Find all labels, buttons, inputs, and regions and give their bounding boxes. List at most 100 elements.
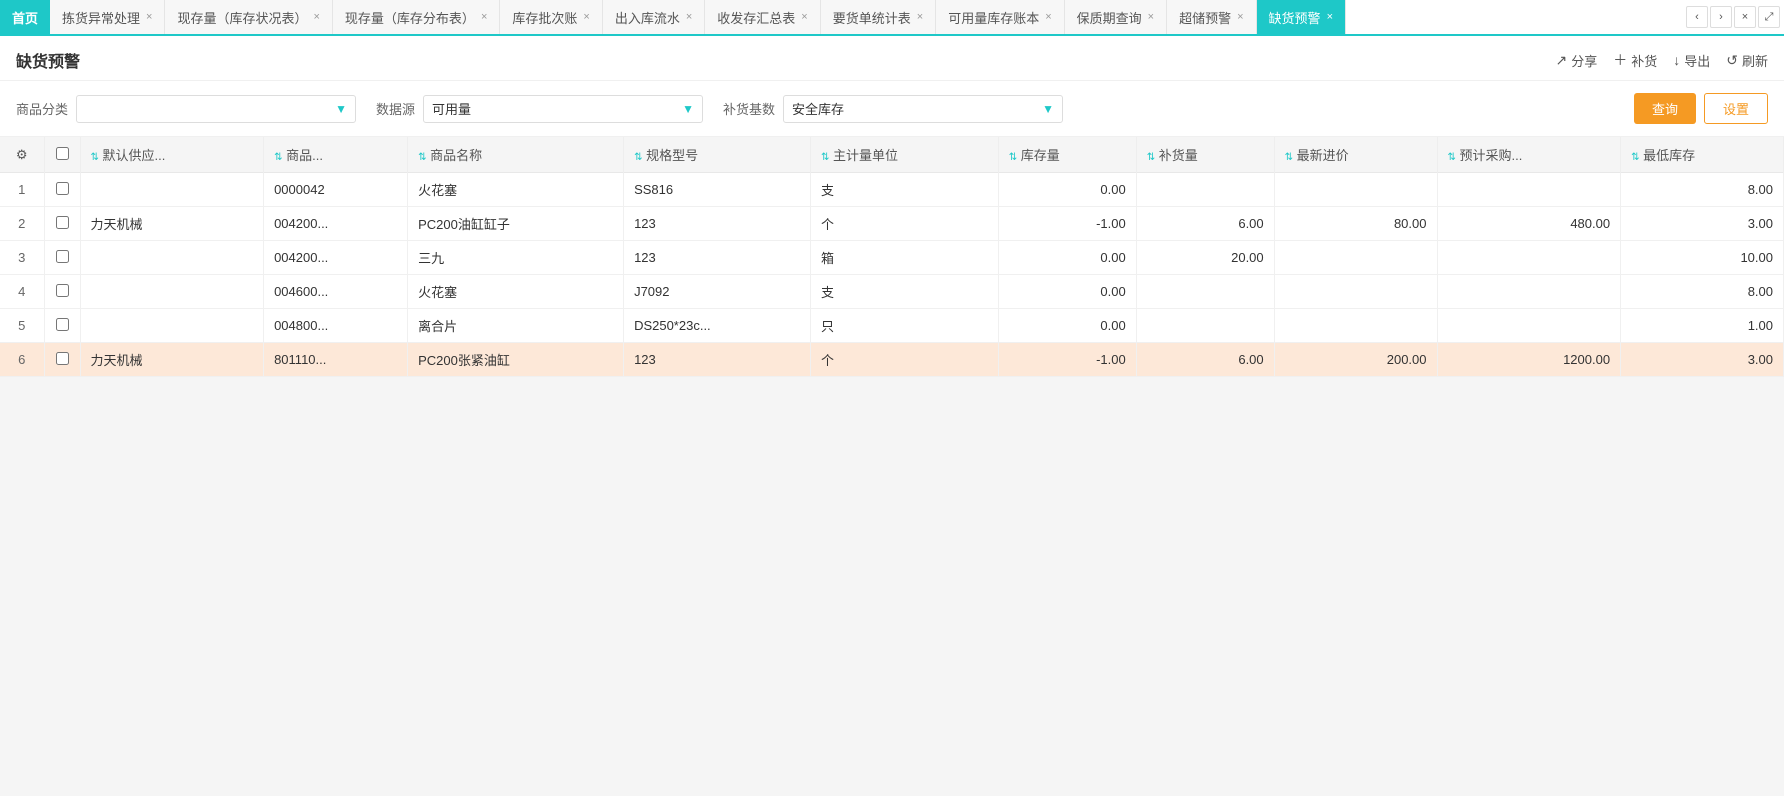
refresh-button[interactable]: ↺ 刷新 — [1726, 51, 1768, 70]
row-stock-2: 0.00 — [998, 241, 1136, 275]
query-button[interactable]: 查询 — [1634, 93, 1696, 124]
row-goods-code-5: 801110... — [264, 343, 408, 377]
tab-2-close[interactable]: × — [313, 11, 319, 23]
row-unit-2: 箱 — [811, 241, 999, 275]
col-latest-price[interactable]: ⇅ 最新进价 — [1274, 137, 1437, 173]
replenish-button[interactable]: ＋ 补货 — [1613, 50, 1657, 70]
row-checkbox-5[interactable] — [44, 343, 80, 377]
export-label: 导出 — [1684, 51, 1710, 70]
row-supplier-4 — [80, 309, 264, 343]
settings-button[interactable]: 设置 — [1704, 93, 1768, 124]
tab-6-close[interactable]: × — [801, 11, 807, 23]
page-header: 缺货预警 ↗ 分享 ＋ 补货 ↓ 导出 ↺ 刷新 — [0, 36, 1784, 81]
row-checkbox-input-3[interactable] — [56, 284, 69, 297]
tab-expand-btn[interactable]: ⤢ — [1758, 6, 1780, 28]
tab-7-label: 要货单统计表 — [833, 8, 911, 27]
col-goods-name[interactable]: ⇅ 商品名称 — [408, 137, 624, 173]
col-supplier[interactable]: ⇅ 默认供应... — [80, 137, 264, 173]
row-unit-0: 支 — [811, 173, 999, 207]
tab-5[interactable]: 出入库流水 × — [603, 0, 705, 34]
tab-7-close[interactable]: × — [917, 11, 923, 23]
row-min-stock-5: 3.00 — [1621, 343, 1784, 377]
row-checkbox-0[interactable] — [44, 173, 80, 207]
row-checkbox-input-1[interactable] — [56, 216, 69, 229]
filter-replenish-select[interactable]: 安全库存 ▼ — [783, 95, 1063, 123]
row-min-stock-4: 1.00 — [1621, 309, 1784, 343]
tab-9-close[interactable]: × — [1148, 11, 1154, 23]
tab-4-close[interactable]: × — [583, 11, 589, 23]
col-estimated-purchase-label: 预计采购... — [1460, 148, 1523, 163]
row-checkbox-input-4[interactable] — [56, 318, 69, 331]
tab-close-all-btn[interactable]: × — [1734, 6, 1756, 28]
tab-11-close[interactable]: × — [1327, 11, 1333, 23]
row-stock-5: -1.00 — [998, 343, 1136, 377]
tab-9-label: 保质期查询 — [1077, 8, 1142, 27]
row-spec-2: 123 — [624, 241, 811, 275]
row-spec-0: SS816 — [624, 173, 811, 207]
row-min-stock-3: 8.00 — [1621, 275, 1784, 309]
tab-4[interactable]: 库存批次账 × — [500, 0, 602, 34]
row-checkbox-input-2[interactable] — [56, 250, 69, 263]
col-min-stock[interactable]: ⇅ 最低库存 — [1621, 137, 1784, 173]
col-min-stock-label: 最低库存 — [1643, 148, 1695, 163]
tab-9[interactable]: 保质期查询 × — [1065, 0, 1167, 34]
tab-1-close[interactable]: × — [146, 11, 152, 23]
tab-11-label: 缺货预警 — [1269, 8, 1321, 27]
tab-5-close[interactable]: × — [686, 11, 692, 23]
row-checkbox-1[interactable] — [44, 207, 80, 241]
col-goods-code[interactable]: ⇅ 商品... — [264, 137, 408, 173]
tab-home[interactable]: 首页 — [0, 0, 50, 34]
row-goods-code-3: 004600... — [264, 275, 408, 309]
select-all-checkbox[interactable] — [56, 147, 69, 160]
table-header-row: ⚙ ⇅ 默认供应... ⇅ 商品... ⇅ 商品名称 — [0, 137, 1784, 173]
tab-8-close[interactable]: × — [1045, 11, 1051, 23]
filter-datasource-select[interactable]: 可用量 ▼ — [423, 95, 703, 123]
row-checkbox-2[interactable] — [44, 241, 80, 275]
tab-8[interactable]: 可用量库存账本 × — [936, 0, 1064, 34]
col-estimated-purchase[interactable]: ⇅ 预计采购... — [1437, 137, 1621, 173]
filter-category-select[interactable]: ▼ — [76, 95, 356, 123]
row-checkbox-input-0[interactable] — [56, 182, 69, 195]
row-num-1: 2 — [0, 207, 44, 241]
tab-next-btn[interactable]: › — [1710, 6, 1732, 28]
row-checkbox-4[interactable] — [44, 309, 80, 343]
col-stock[interactable]: ⇅ 库存量 — [998, 137, 1136, 173]
tab-3-close[interactable]: × — [481, 11, 487, 23]
tab-10[interactable]: 超储预警 × — [1167, 0, 1256, 34]
tab-11-active[interactable]: 缺货预警 × — [1257, 0, 1346, 34]
row-stock-3: 0.00 — [998, 275, 1136, 309]
tab-home-label: 首页 — [12, 8, 38, 27]
col-replenish[interactable]: ⇅ 补货量 — [1136, 137, 1274, 173]
tab-3[interactable]: 现存量（库存分布表） × — [333, 0, 500, 34]
row-estimated-purchase-0 — [1437, 173, 1621, 207]
table-row: 1 0000042 火花塞 SS816 支 0.00 8.00 — [0, 173, 1784, 207]
share-button[interactable]: ↗ 分享 — [1555, 51, 1597, 70]
row-checkbox-input-5[interactable] — [56, 352, 69, 365]
row-latest-price-4 — [1274, 309, 1437, 343]
row-num-2: 3 — [0, 241, 44, 275]
row-num-0: 1 — [0, 173, 44, 207]
tab-7[interactable]: 要货单统计表 × — [821, 0, 936, 34]
tab-prev-btn[interactable]: ‹ — [1686, 6, 1708, 28]
col-replenish-label: 补货量 — [1159, 148, 1198, 163]
col-spec[interactable]: ⇅ 规格型号 — [624, 137, 811, 173]
filter-row: 商品分类 ▼ 数据源 可用量 ▼ 补货基数 安全库存 ▼ 查询 设置 — [0, 81, 1784, 137]
row-min-stock-2: 10.00 — [1621, 241, 1784, 275]
row-goods-name-2: 三九 — [408, 241, 624, 275]
sort-icon-5: ⇅ — [821, 152, 829, 163]
tab-10-close[interactable]: × — [1237, 11, 1243, 23]
gear-icon[interactable]: ⚙ — [16, 147, 28, 162]
col-settings: ⚙ — [0, 137, 44, 173]
col-unit[interactable]: ⇅ 主计量单位 — [811, 137, 999, 173]
sort-icon: ⇅ — [91, 152, 99, 163]
row-min-stock-1: 3.00 — [1621, 207, 1784, 241]
export-button[interactable]: ↓ 导出 — [1673, 51, 1710, 70]
tab-6[interactable]: 收发存汇总表 × — [705, 0, 820, 34]
tab-1[interactable]: 拣货异常处理 × — [50, 0, 165, 34]
row-estimated-purchase-3 — [1437, 275, 1621, 309]
tab-4-label: 库存批次账 — [512, 8, 577, 27]
row-checkbox-3[interactable] — [44, 275, 80, 309]
tab-2[interactable]: 现存量（库存状况表） × — [165, 0, 332, 34]
row-num-4: 5 — [0, 309, 44, 343]
row-spec-1: 123 — [624, 207, 811, 241]
